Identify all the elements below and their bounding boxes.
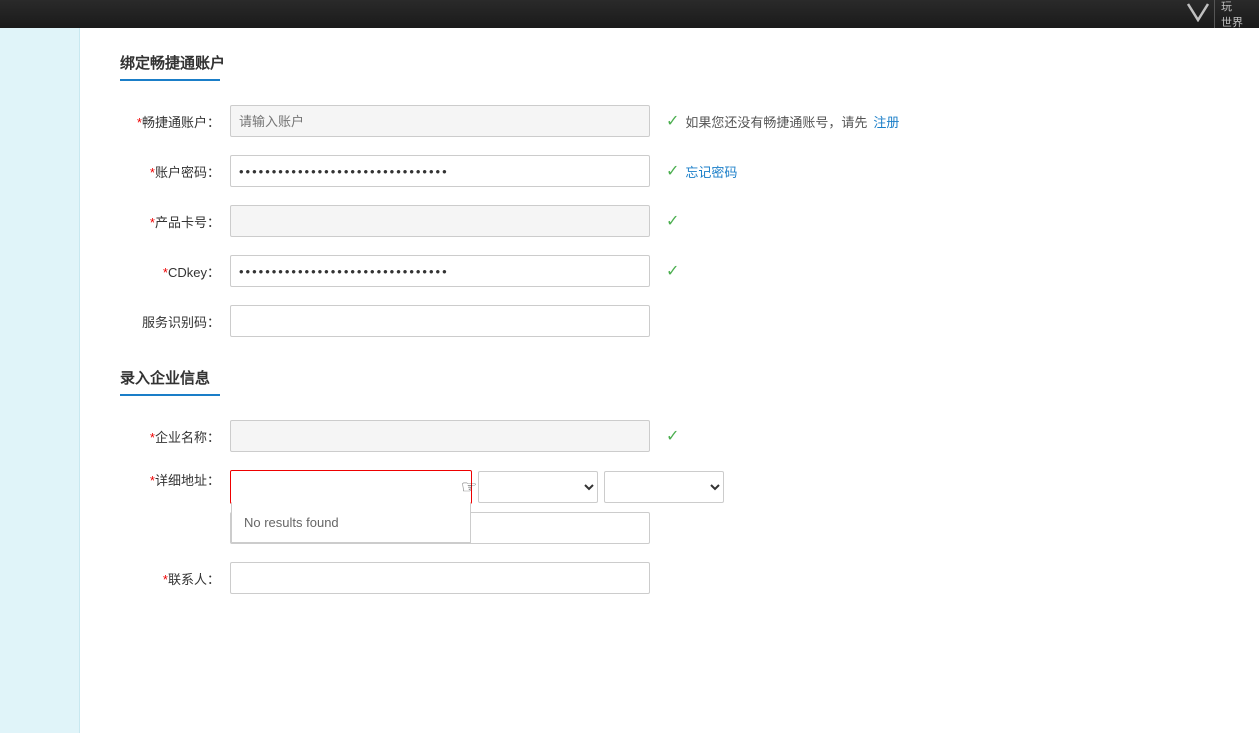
password-check-icon: ✓ [666, 161, 679, 181]
sidebar [0, 28, 80, 733]
product-input[interactable] [230, 205, 650, 237]
section2-title: 录入企业信息 [120, 367, 1219, 388]
company-input[interactable] [230, 420, 650, 452]
register-link[interactable]: 注册 [873, 112, 899, 131]
contact-input[interactable] [230, 562, 650, 594]
section1-title: 绑定畅捷通账户 [120, 52, 1219, 73]
address-line1: No results found ☞ [230, 470, 724, 504]
company-hint: ✓ [666, 426, 679, 446]
contact-label: *联系人： [120, 569, 230, 588]
company-info-section: 录入企业信息 *企业名称： ✓ *详细地址： [120, 367, 1219, 594]
logo-icon [1186, 2, 1210, 27]
password-row: *账户密码： ✓ 忘记密码 [120, 155, 1219, 187]
service-input[interactable] [230, 305, 650, 337]
logo-text: 玩世界 [1214, 0, 1243, 30]
cdkey-row: *CDkey： ✓ [120, 255, 1219, 287]
section2-underline [120, 394, 220, 396]
register-hint-text: 如果您还没有畅捷通账号，请先 [685, 112, 867, 131]
cdkey-input[interactable] [230, 255, 650, 287]
account-check-icon: ✓ [666, 111, 679, 131]
cdkey-check-icon: ✓ [666, 261, 679, 281]
section1-underline [120, 79, 220, 81]
account-row: *畅捷通账户： ✓ 如果您还没有畅捷通账号，请先 注册 [120, 105, 1219, 137]
account-input[interactable] [230, 105, 650, 137]
forget-password-link[interactable]: 忘记密码 [685, 162, 737, 181]
bind-account-section: 绑定畅捷通账户 *畅捷通账户： ✓ 如果您还没有畅捷通账号，请先 注册 *账户密… [120, 52, 1219, 337]
password-input[interactable] [230, 155, 650, 187]
service-row: 服务识别码： [120, 305, 1219, 337]
cdkey-hint: ✓ [666, 261, 679, 281]
logo-area: 玩世界 [1186, 0, 1243, 30]
account-label: *畅捷通账户： [120, 112, 230, 131]
address-label: *详细地址： [120, 470, 230, 489]
address-select2[interactable] [604, 471, 724, 503]
product-hint: ✓ [666, 211, 679, 231]
password-hint: ✓ 忘记密码 [666, 161, 737, 181]
no-results-text: No results found [244, 511, 458, 534]
company-row: *企业名称： ✓ [120, 420, 1219, 452]
service-label: 服务识别码： [120, 312, 230, 331]
product-check-icon: ✓ [666, 211, 679, 231]
address-input-wrapper: No results found ☞ [230, 470, 472, 504]
password-label: *账户密码： [120, 162, 230, 181]
product-label: *产品卡号： [120, 212, 230, 231]
top-bar: 玩世界 [0, 0, 1259, 28]
address-text-input[interactable] [231, 471, 471, 503]
company-check-icon: ✓ [666, 426, 679, 446]
cdkey-label: *CDkey： [120, 262, 230, 281]
main-layout: 绑定畅捷通账户 *畅捷通账户： ✓ 如果您还没有畅捷通账号，请先 注册 *账户密… [0, 28, 1259, 733]
address-full-row: No results found ☞ [230, 470, 724, 544]
address-select1[interactable] [478, 471, 598, 503]
main-content: 绑定畅捷通账户 *畅捷通账户： ✓ 如果您还没有畅捷通账号，请先 注册 *账户密… [80, 28, 1259, 733]
product-row: *产品卡号： ✓ [120, 205, 1219, 237]
account-hint: ✓ 如果您还没有畅捷通账号，请先 注册 [666, 111, 899, 131]
address-dropdown: No results found [231, 503, 471, 543]
address-row: *详细地址： No results found ☞ [120, 470, 1219, 544]
company-label: *企业名称： [120, 427, 230, 446]
contact-row: *联系人： [120, 562, 1219, 594]
